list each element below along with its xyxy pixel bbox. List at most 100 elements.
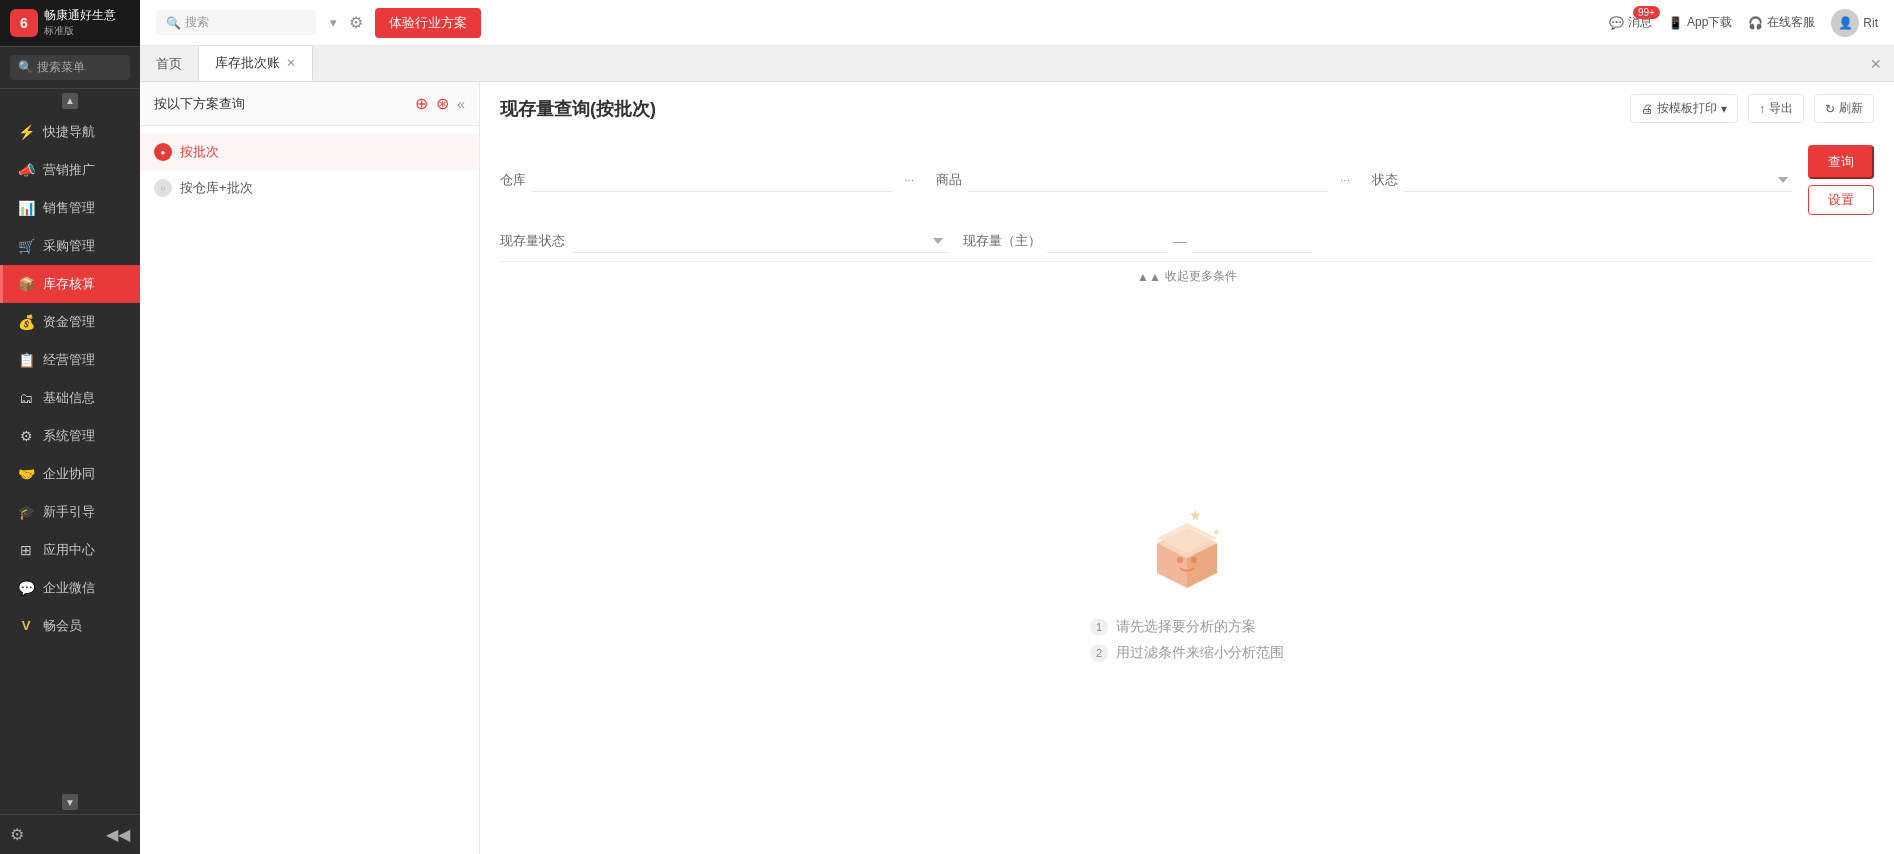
inventory-icon: 📦: [17, 275, 35, 293]
collapse-left-icon[interactable]: «: [457, 96, 465, 112]
sidebar-item-sales[interactable]: 📊 销售管理: [0, 189, 140, 227]
scheme-item-by-warehouse-batch[interactable]: ○ 按仓库+批次: [140, 170, 479, 206]
messages-badge: 99+: [1633, 6, 1660, 19]
topbar-actions: 💬 消息 99+ 📱 App下载 🎧 在线客服 👤 Rit: [1609, 9, 1878, 37]
goods-input[interactable]: [968, 168, 1328, 192]
sidebar-item-label: 基础信息: [43, 389, 95, 407]
filter-area: 仓库 ··· 商品 ··· 状态: [480, 131, 1894, 305]
topbar-search-icon: 🔍: [166, 16, 181, 30]
filter-stock-status: 现存量状态: [500, 229, 947, 253]
sidebar-item-vip[interactable]: V 畅会员: [0, 607, 140, 645]
refresh-btn[interactable]: ↻ 刷新: [1814, 94, 1874, 123]
sidebar-item-purchase[interactable]: 🛒 采购管理: [0, 227, 140, 265]
scheme-item-by-batch[interactable]: ● 按批次: [140, 134, 479, 170]
tab-inventory-batch[interactable]: 库存批次账 ✕: [199, 46, 313, 81]
sidebar-header: 6 畅康通好生意 标准版: [0, 0, 140, 47]
stock-qty-max[interactable]: [1192, 229, 1312, 253]
topbar-chevron-icon[interactable]: ▾: [330, 15, 337, 30]
service-icon: 🎧: [1748, 16, 1763, 30]
wechat-icon: 💬: [17, 579, 35, 597]
filter-warehouse: 仓库 ···: [500, 168, 920, 192]
trial-button[interactable]: 体验行业方案: [375, 8, 481, 38]
sidebar-item-quick-nav[interactable]: ⚡ 快捷导航: [0, 113, 140, 151]
sidebar-search-area[interactable]: 🔍 搜索菜单: [0, 47, 140, 89]
sales-icon: 📊: [17, 199, 35, 217]
sidebar-item-guide[interactable]: 🎓 新手引导: [0, 493, 140, 531]
print-btn[interactable]: 🖨 按模板打印 ▾: [1630, 94, 1738, 123]
sidebar-item-label: 新手引导: [43, 503, 95, 521]
add-scheme-icon[interactable]: ⊕: [415, 94, 428, 113]
print-dropdown-icon: ▾: [1721, 102, 1727, 116]
stock-qty-label: 现存量（主）: [963, 232, 1041, 250]
sidebar-item-basic[interactable]: 🗂 基础信息: [0, 379, 140, 417]
warehouse-more-btn[interactable]: ···: [898, 171, 920, 189]
left-panel-actions: ⊕ ⊛ «: [415, 94, 465, 113]
system-icon: ⚙: [17, 427, 35, 445]
tip-text-1: 请先选择要分析的方案: [1116, 618, 1256, 636]
sidebar-item-marketing[interactable]: 📣 营销推广: [0, 151, 140, 189]
settings-footer-icon[interactable]: ⚙: [10, 825, 24, 844]
sidebar-item-label: 库存核算: [43, 275, 95, 293]
user-avatar: 👤: [1831, 9, 1859, 37]
tab-home[interactable]: 首页: [140, 46, 199, 81]
export-btn[interactable]: ↑ 导出: [1748, 94, 1804, 123]
query-btn[interactable]: 查询: [1808, 145, 1874, 179]
user-avatar-area[interactable]: 👤 Rit: [1831, 9, 1878, 37]
stock-status-select[interactable]: [571, 229, 947, 253]
messages-action[interactable]: 💬 消息 99+: [1609, 14, 1652, 31]
stock-status-label: 现存量状态: [500, 232, 565, 250]
empty-state: ★ ✦ 1 请先选择要分析的方案 2 用过滤条件来缩小分析范围: [480, 305, 1894, 854]
tab-panel-close-btn[interactable]: ✕: [1858, 48, 1894, 80]
collapse-sidebar-btn[interactable]: ◀◀: [106, 825, 130, 844]
filter-row-1: 仓库 ··· 商品 ··· 状态: [500, 145, 1874, 215]
online-service-action[interactable]: 🎧 在线客服: [1748, 14, 1815, 31]
topbar-search[interactable]: 🔍 搜索: [156, 10, 316, 35]
empty-tip-1: 1 请先选择要分析的方案: [1090, 618, 1284, 636]
scheme-list: ● 按批次 ○ 按仓库+批次: [140, 126, 479, 214]
settings-btn[interactable]: 设置: [1808, 185, 1874, 215]
sidebar-item-label: 采购管理: [43, 237, 95, 255]
sidebar-item-label: 系统管理: [43, 427, 95, 445]
message-icon: 💬: [1609, 16, 1624, 30]
search-icon: 🔍: [18, 60, 33, 74]
sidebar-item-inventory[interactable]: 📦 库存核算: [0, 265, 140, 303]
stock-qty-dash: —: [1173, 234, 1186, 249]
sidebar-scroll-down[interactable]: ▼: [62, 794, 78, 810]
print-label: 按模板打印: [1657, 100, 1717, 117]
scheme-dot-gray: ○: [154, 179, 172, 197]
export-label: 导出: [1769, 100, 1793, 117]
page-title: 现存量查询(按批次): [500, 97, 656, 121]
sidebar-item-wechat[interactable]: 💬 企业微信: [0, 569, 140, 607]
online-service-label: 在线客服: [1767, 14, 1815, 31]
tabbar: 首页 库存批次账 ✕ ✕: [140, 46, 1894, 82]
left-panel-header: 按以下方案查询 ⊕ ⊛ «: [140, 82, 479, 126]
sidebar-search-input[interactable]: 🔍 搜索菜单: [10, 55, 130, 80]
sidebar-item-finance[interactable]: 💰 资金管理: [0, 303, 140, 341]
app-download-action[interactable]: 📱 App下载: [1668, 14, 1732, 31]
purchase-icon: 🛒: [17, 237, 35, 255]
filter-stock-qty: 现存量（主） —: [963, 229, 1410, 253]
scheme-settings-icon[interactable]: ⊛: [436, 94, 449, 113]
sidebar-item-appstore[interactable]: ⊞ 应用中心: [0, 531, 140, 569]
sidebar-scroll-up[interactable]: ▲: [62, 93, 78, 109]
warehouse-label: 仓库: [500, 171, 526, 189]
tab-inventory-batch-close[interactable]: ✕: [286, 56, 296, 70]
sidebar-item-label: 经营管理: [43, 351, 95, 369]
sidebar-item-label: 企业微信: [43, 579, 95, 597]
topbar: 🔍 搜索 ▾ ⚙ 体验行业方案 💬 消息 99+ 📱 App下载 🎧 在线客服: [140, 0, 1894, 46]
topbar-gear-icon[interactable]: ⚙: [349, 13, 363, 32]
page-toolbar: 🖨 按模板打印 ▾ ↑ 导出 ↻ 刷新: [1630, 94, 1874, 123]
stock-qty-min[interactable]: [1047, 229, 1167, 253]
app-version: 标准版: [44, 24, 116, 38]
goods-more-btn[interactable]: ···: [1334, 171, 1356, 189]
warehouse-input[interactable]: [532, 168, 892, 192]
query-action-btns: 查询 设置: [1808, 145, 1874, 215]
sidebar-item-collab[interactable]: 🤝 企业协同: [0, 455, 140, 493]
sidebar-item-system[interactable]: ⚙ 系统管理: [0, 417, 140, 455]
sidebar-item-label: 资金管理: [43, 313, 95, 331]
empty-tip-2: 2 用过滤条件来缩小分析范围: [1090, 644, 1284, 662]
sidebar-item-ops[interactable]: 📋 经营管理: [0, 341, 140, 379]
status-select[interactable]: [1404, 168, 1792, 192]
export-icon: ↑: [1759, 102, 1765, 116]
collapse-filter-btn[interactable]: ▲▲ 收起更多条件: [500, 261, 1874, 291]
